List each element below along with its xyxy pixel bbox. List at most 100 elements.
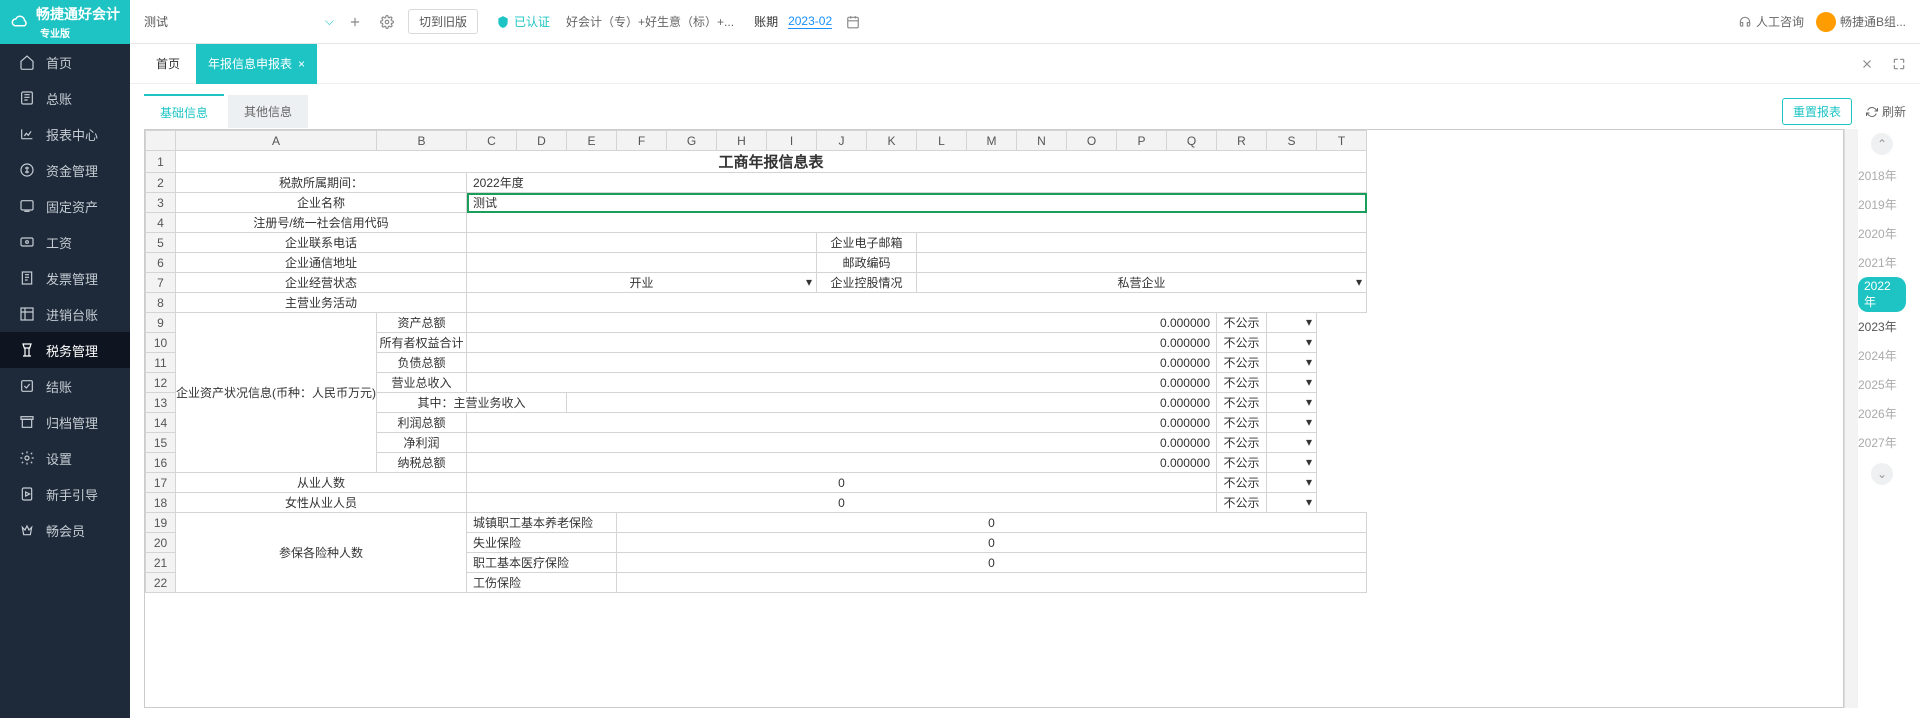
total-assets-pub[interactable]: 不公示: [1217, 313, 1267, 333]
year-2026年[interactable]: 2026年: [1858, 399, 1906, 428]
scrollbar[interactable]: [1844, 129, 1858, 708]
col-header-A[interactable]: A: [176, 131, 377, 151]
row-header-15[interactable]: 15: [146, 433, 176, 453]
row-header-13[interactable]: 13: [146, 393, 176, 413]
owner-equity-pub-dd[interactable]: ▾: [1267, 333, 1317, 353]
row-header-8[interactable]: 8: [146, 293, 176, 313]
unemp-ins-value[interactable]: 0: [617, 533, 1367, 553]
col-header-C[interactable]: C: [467, 131, 517, 151]
col-header-B[interactable]: B: [377, 131, 467, 151]
main-revenue-value[interactable]: 0.000000: [567, 393, 1217, 413]
sidebar-item-cash[interactable]: 资金管理: [0, 152, 130, 188]
total-profit-pub[interactable]: 不公示: [1217, 413, 1267, 433]
net-profit-pub[interactable]: 不公示: [1217, 433, 1267, 453]
status-cell[interactable]: 开业▾: [467, 273, 817, 293]
tax-period-value[interactable]: 2022年度: [467, 173, 1367, 193]
total-assets-pub-dd[interactable]: ▾: [1267, 313, 1317, 333]
year-2018年[interactable]: 2018年: [1858, 161, 1906, 190]
user-menu[interactable]: 畅捷通B组...: [1816, 12, 1906, 32]
subtab-other-info[interactable]: 其他信息: [228, 95, 308, 128]
refresh-button[interactable]: 刷新: [1866, 103, 1906, 120]
calendar-icon[interactable]: [842, 11, 864, 33]
row-header-9[interactable]: 9: [146, 313, 176, 333]
switch-old-version-button[interactable]: 切到旧版: [408, 9, 478, 34]
employees-value[interactable]: 0: [467, 473, 1217, 493]
total-revenue-pub-dd[interactable]: ▾: [1267, 373, 1317, 393]
row-header-16[interactable]: 16: [146, 453, 176, 473]
pension-ins-value[interactable]: 0: [617, 513, 1367, 533]
col-header-T[interactable]: T: [1317, 131, 1367, 151]
total-liab-value[interactable]: 0.000000: [467, 353, 1217, 373]
year-up-button[interactable]: ⌃: [1871, 133, 1893, 155]
spreadsheet[interactable]: ABCDEFGHIJKLMNOPQRST1工商年报信息表2税款所属期间：2022…: [144, 129, 1844, 708]
sidebar-item-salary[interactable]: 工资: [0, 224, 130, 260]
sidebar-item-tax[interactable]: 税务管理: [0, 332, 130, 368]
col-header-F[interactable]: F: [617, 131, 667, 151]
col-header-M[interactable]: M: [967, 131, 1017, 151]
period-selector[interactable]: 2023-02: [788, 14, 832, 29]
year-2019年[interactable]: 2019年: [1858, 190, 1906, 219]
sidebar-item-ledger[interactable]: 总账: [0, 80, 130, 116]
owner-equity-pub[interactable]: 不公示: [1217, 333, 1267, 353]
row-header-3[interactable]: 3: [146, 193, 176, 213]
reg-code-cell[interactable]: [467, 213, 1367, 233]
add-company-button[interactable]: [344, 11, 366, 33]
col-header-R[interactable]: R: [1217, 131, 1267, 151]
company-name-cell[interactable]: 测试: [467, 193, 1367, 213]
year-2024年[interactable]: 2024年: [1858, 341, 1906, 370]
year-2020年[interactable]: 2020年: [1858, 219, 1906, 248]
medical-ins-value[interactable]: 0: [617, 553, 1367, 573]
row-header-20[interactable]: 20: [146, 533, 176, 553]
close-icon[interactable]: ×: [298, 57, 305, 71]
col-header-P[interactable]: P: [1117, 131, 1167, 151]
owner-equity-value[interactable]: 0.000000: [467, 333, 1217, 353]
sidebar-item-settings[interactable]: 设置: [0, 440, 130, 476]
year-2027年[interactable]: 2027年: [1858, 428, 1906, 457]
close-all-tabs-button[interactable]: [1856, 53, 1878, 75]
female-emp-pub[interactable]: 不公示: [1217, 493, 1267, 513]
sidebar-item-guide[interactable]: 新手引导: [0, 476, 130, 512]
sidebar-item-asset[interactable]: 固定资产: [0, 188, 130, 224]
year-2025年[interactable]: 2025年: [1858, 370, 1906, 399]
col-header-L[interactable]: L: [917, 131, 967, 151]
row-header-10[interactable]: 10: [146, 333, 176, 353]
total-profit-value[interactable]: 0.000000: [467, 413, 1217, 433]
employees-pub[interactable]: 不公示: [1217, 473, 1267, 493]
support-button[interactable]: 人工咨询: [1738, 13, 1804, 30]
subtab-basic-info[interactable]: 基础信息: [144, 94, 224, 129]
total-revenue-pub[interactable]: 不公示: [1217, 373, 1267, 393]
row-header-17[interactable]: 17: [146, 473, 176, 493]
sidebar-item-close[interactable]: 结账: [0, 368, 130, 404]
tab-annual-report[interactable]: 年报信息申报表 ×: [196, 44, 317, 84]
total-tax-value[interactable]: 0.000000: [467, 453, 1217, 473]
sidebar-item-archive[interactable]: 归档管理: [0, 404, 130, 440]
fullscreen-button[interactable]: [1888, 53, 1910, 75]
col-header-D[interactable]: D: [517, 131, 567, 151]
col-header-S[interactable]: S: [1267, 131, 1317, 151]
sidebar-item-report[interactable]: 报表中心: [0, 116, 130, 152]
year-down-button[interactable]: ⌄: [1871, 463, 1893, 485]
sidebar-item-invoice[interactable]: 发票管理: [0, 260, 130, 296]
total-liab-pub-dd[interactable]: ▾: [1267, 353, 1317, 373]
reset-report-button[interactable]: 重置报表: [1782, 98, 1852, 125]
year-2021年[interactable]: 2021年: [1858, 248, 1906, 277]
settings-icon-button[interactable]: [376, 11, 398, 33]
female-emp-value[interactable]: 0: [467, 493, 1217, 513]
col-header-G[interactable]: G: [667, 131, 717, 151]
phone-cell[interactable]: [467, 233, 817, 253]
row-header-12[interactable]: 12: [146, 373, 176, 393]
row-header-19[interactable]: 19: [146, 513, 176, 533]
col-header-J[interactable]: J: [817, 131, 867, 151]
year-2022年[interactable]: 2022年: [1858, 277, 1906, 312]
sidebar-item-inventory[interactable]: 进销台账: [0, 296, 130, 332]
net-profit-pub-dd[interactable]: ▾: [1267, 433, 1317, 453]
total-tax-pub-dd[interactable]: ▾: [1267, 453, 1317, 473]
row-header-18[interactable]: 18: [146, 493, 176, 513]
row-header-6[interactable]: 6: [146, 253, 176, 273]
col-header-I[interactable]: I: [767, 131, 817, 151]
main-revenue-pub[interactable]: 不公示: [1217, 393, 1267, 413]
row-header-5[interactable]: 5: [146, 233, 176, 253]
address-cell[interactable]: [467, 253, 817, 273]
col-header-H[interactable]: H: [717, 131, 767, 151]
col-header-N[interactable]: N: [1017, 131, 1067, 151]
